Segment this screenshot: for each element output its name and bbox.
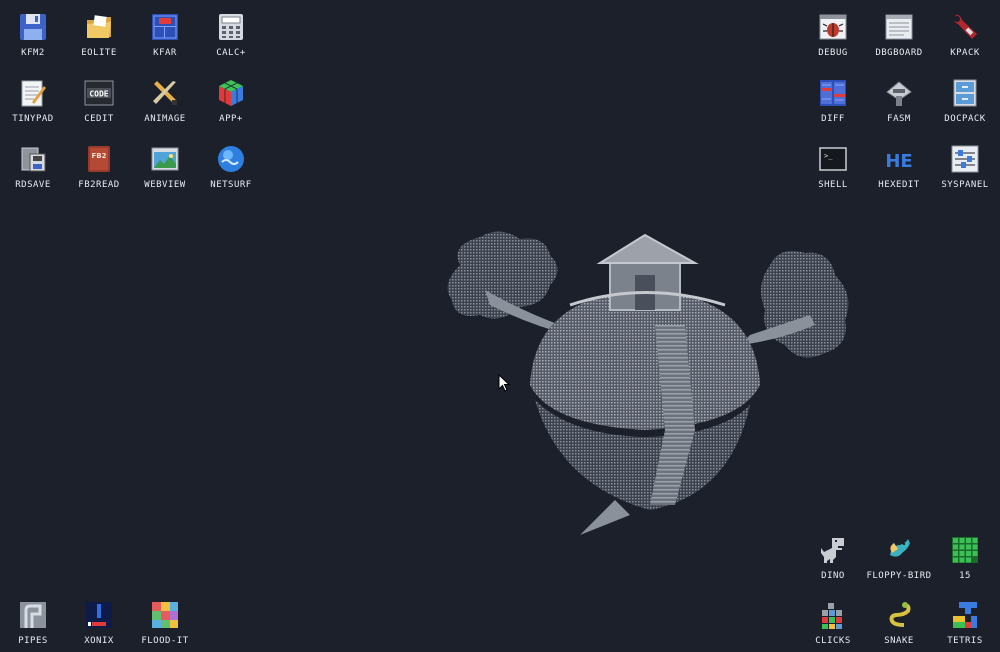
desktop-icon-flood-it[interactable]: FLOOD-IT [132,592,198,652]
desktop-icon-kpack[interactable]: KPACK [932,4,998,64]
svg-text:>_: >_ [824,152,833,160]
notepad-icon [21,80,46,107]
cube-icon [219,80,243,106]
cabinet-icon [953,79,977,107]
tetris-icon [953,602,977,628]
web-page-icon [151,147,179,171]
desktop-icon-syspanel[interactable]: SYSPANEL [932,136,998,196]
fifteen-puzzle-icon [952,537,978,563]
svg-text:HE: HE [885,151,912,172]
book-icon: FB2 [88,146,110,172]
desktop-icon-label: CALC+ [216,48,246,58]
assembler-icon [886,81,912,106]
paint-tools-icon [153,81,177,105]
svg-text:FB2: FB2 [92,152,107,160]
dino-icon [821,538,844,563]
svg-text:CODE: CODE [89,90,108,99]
desktop-icon-tetris[interactable]: TETRIS [932,592,998,652]
flood-it-icon [152,602,178,628]
desktop-icon-label: 15 [959,571,971,581]
bird-icon [890,539,910,557]
desktop-icon-netsurf[interactable]: NETSURF [198,136,264,196]
snake-icon [889,602,911,627]
diff-icon [820,80,846,106]
hex-editor-icon: HE [885,151,912,172]
desktop-icon-label: SYSPANEL [941,180,989,190]
desktop-icon-label: KPACK [950,48,980,58]
mouse-cursor-icon [498,374,511,392]
archive-icon [152,14,178,40]
floppy-disk-icon [20,14,46,40]
desktop-icon-label: FLOOD-IT [141,636,189,646]
desktop-icon-label: TETRIS [947,636,983,646]
calculator-icon [219,14,243,40]
desktop-icon-label: NETSURF [210,180,252,190]
pipes-icon [20,602,46,628]
desktop-icon-docpack[interactable]: DOCPACK [932,70,998,130]
desktop-icon-label: APP+ [219,114,243,124]
wrench-icon [954,14,977,39]
xonix-icon [86,602,112,628]
code-editor-icon: CODE [84,80,114,106]
globe-icon [218,146,244,172]
desktop-icon-app-plus[interactable]: APP+ [198,70,264,130]
terminal-icon: >_ [819,147,847,171]
ramdisk-save-icon [21,147,46,172]
desktop: KFM2 EOLITE KFAR CALC+ TINYPAD CODE CEDI… [0,0,1000,650]
desktop-icon-calc[interactable]: CALC+ [198,4,264,64]
desktop-icon-15[interactable]: 15 [932,527,998,587]
desktop-icon-label: DOCPACK [944,114,986,124]
bug-icon [819,14,847,40]
folder-icon [87,15,111,38]
board-icon [885,14,913,40]
clicks-icon [822,603,842,629]
sliders-icon [951,145,979,173]
